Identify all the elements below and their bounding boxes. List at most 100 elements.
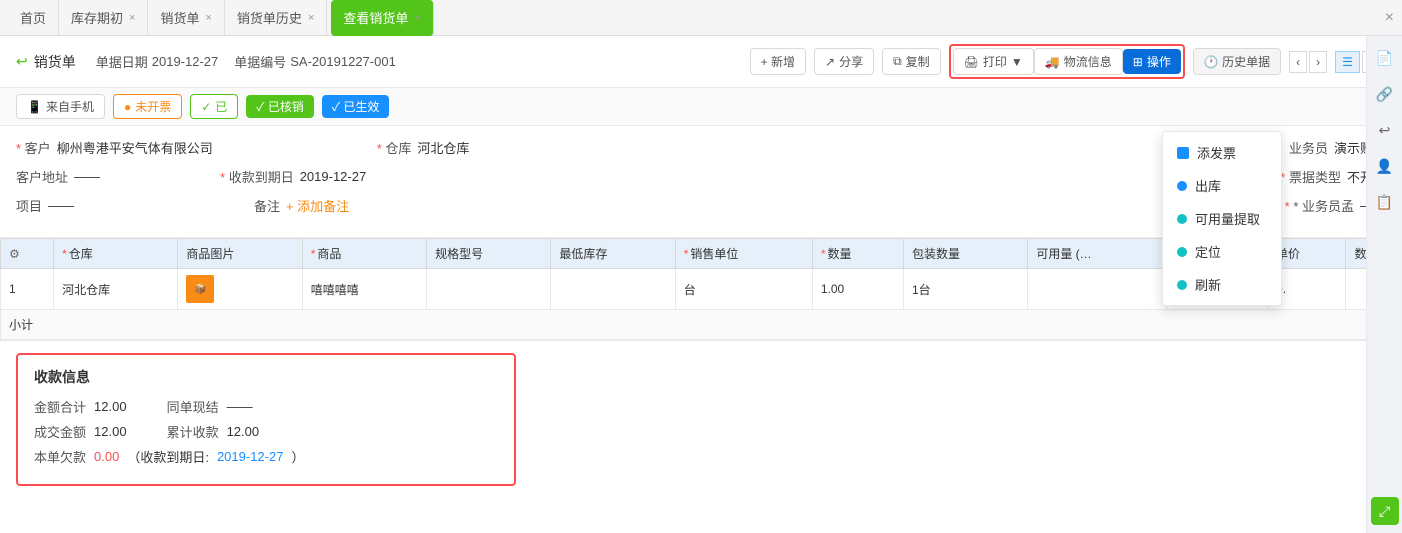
deal-amount-value: 12.00 — [94, 424, 127, 439]
available-qty-icon — [1177, 214, 1187, 224]
payment-row-2: 成交金额 12.00 累计收款 12.00 — [34, 422, 498, 441]
subtotal-row: 小计 — [1, 310, 1402, 340]
history-icon: 🕐 — [1204, 55, 1219, 69]
refresh-icon — [1177, 280, 1187, 290]
from-phone-button[interactable]: 📱 来自手机 — [16, 94, 105, 119]
doc-type-label: 销货单 — [34, 52, 76, 72]
total-amount-label: 金额合计 — [34, 397, 86, 416]
dropdown-available-qty[interactable]: 可用量提取 — [1163, 202, 1281, 235]
list-view-button[interactable]: ☰ — [1335, 51, 1360, 73]
cell-pack-qty: 1台 — [904, 269, 1028, 310]
tab-inventory-label: 库存期初 — [71, 8, 123, 27]
col-unit: *销售单位 — [675, 239, 812, 269]
sidebar-return-icon[interactable]: ↩ — [1371, 116, 1399, 144]
add-note-button[interactable]: 添加备注 — [286, 196, 349, 215]
history-button[interactable]: 🕐 历史单据 — [1193, 48, 1281, 75]
sidebar-user-icon[interactable]: 👤 — [1371, 152, 1399, 180]
payment-due-note: （收款到期日: — [127, 447, 209, 466]
tab-inventory-close[interactable]: × — [129, 12, 135, 24]
tab-view-sales-close[interactable]: × — [414, 12, 420, 24]
product-image: 📦 — [186, 275, 214, 303]
tab-sales-history-close[interactable]: × — [308, 12, 314, 24]
payment-date-value: 2019-12-27 — [300, 169, 367, 184]
address-label: 客户地址 — [16, 167, 68, 186]
cell-qty: 1.00 — [812, 269, 903, 310]
window-close-button[interactable]: × — [1385, 9, 1394, 27]
deal-amount-label: 成交金额 — [34, 422, 86, 441]
gear-icon: ⚙ — [9, 247, 20, 261]
dropdown-locate[interactable]: 定位 — [1163, 235, 1281, 268]
tab-sales-order[interactable]: 销货单 × — [148, 0, 224, 36]
payment-date-field: 收款到期日 2019-12-27 — [220, 167, 366, 186]
customer-label: 客户 — [16, 138, 51, 157]
staff-label: 业务员 — [1289, 138, 1328, 157]
customer-value: 柳州粤港平安气体有限公司 — [57, 138, 237, 157]
same-order-settle-field: 同单现结 —— — [167, 397, 253, 416]
operation-button[interactable]: ⊞ 操作 — [1123, 49, 1181, 74]
print-icon: 🖨 — [964, 55, 979, 69]
new-button[interactable]: + 新增 — [750, 48, 806, 75]
sidebar-expand-icon[interactable]: ⤢ — [1371, 497, 1399, 525]
subtotal-label: 小计 — [1, 310, 1402, 340]
share-icon: ↗ — [825, 55, 835, 69]
warehouse-field: 仓库 河北仓库 — [377, 138, 470, 157]
tab-home[interactable]: 首页 — [8, 0, 59, 36]
tab-bar: 首页 库存期初 × 销货单 × 销货单历史 × 查看销货单 × × — [0, 0, 1402, 36]
col-pack-qty: 包装数量 — [904, 239, 1028, 269]
share-button[interactable]: ↗ 分享 — [814, 48, 874, 75]
next-button[interactable]: › — [1309, 51, 1327, 73]
print-operation-highlight: 🖨 打印 ▼ 🚚 物流信息 ⊞ 操作 — [949, 44, 1185, 79]
logistics-icon: 🚚 — [1045, 55, 1060, 69]
payment-date-label: 收款到期日 — [220, 167, 294, 186]
doc-type-icon: ↩ — [16, 53, 28, 70]
tab-sales-history[interactable]: 销货单历史 × — [225, 0, 327, 36]
copy-icon: ⧉ — [893, 54, 902, 69]
total-amount-field: 金额合计 12.00 — [34, 397, 127, 416]
col-gear: ⚙ — [1, 239, 54, 269]
not-open-ticket-button[interactable]: ● 未开票 — [113, 94, 182, 119]
col-spec: 规格型号 — [427, 239, 551, 269]
print-button[interactable]: 🖨 打印 ▼ — [953, 48, 1034, 75]
dropdown-refresh[interactable]: 刷新 — [1163, 268, 1281, 301]
payment-info-box: 收款信息 金额合计 12.00 同单现结 —— 成交金额 12.00 累计收款 … — [16, 353, 516, 486]
prev-button[interactable]: ‹ — [1289, 51, 1307, 73]
add-invoice-icon — [1177, 147, 1189, 159]
payment-row-3: 本单欠款 0.00 （收款到期日: 2019-12-27 ） — [34, 447, 498, 466]
sidebar-clipboard-icon[interactable]: 📋 — [1371, 188, 1399, 216]
tab-sales-close[interactable]: × — [205, 12, 211, 24]
col-qty: *数量 — [812, 239, 903, 269]
check-button[interactable]: ✓ 已 — [190, 94, 238, 119]
dropdown-outbound[interactable]: 出库 — [1163, 169, 1281, 202]
operation-grid-icon: ⊞ — [1133, 55, 1143, 69]
phone-icon: 📱 — [27, 100, 42, 114]
ticket-type-label: 票据类型 — [1280, 167, 1341, 186]
locate-label: 定位 — [1195, 242, 1221, 261]
same-order-value: —— — [227, 399, 253, 414]
col-img: 商品图片 — [178, 239, 302, 269]
outbound-label: 出库 — [1195, 176, 1221, 195]
tab-view-sales[interactable]: 查看销货单 × — [331, 0, 433, 36]
already-effect-button[interactable]: ✓ 已生效 — [322, 95, 390, 118]
cell-min-stock — [551, 269, 675, 310]
note-field: 备注 添加备注 — [254, 196, 349, 215]
logistics-button[interactable]: 🚚 物流信息 — [1034, 48, 1123, 75]
copy-button[interactable]: ⧉ 复制 — [882, 48, 941, 75]
cell-product: 嘻嘻嘻嘻 — [302, 269, 426, 310]
dropdown-add-invoice[interactable]: 添发票 — [1163, 136, 1281, 169]
doc-number-label: 单据编号 SA-20191227-001 — [234, 52, 396, 71]
doc-header: ↩ 销货单 单据日期 2019-12-27 单据编号 SA-20191227-0… — [0, 36, 1402, 88]
sub-toolbar: 📱 来自手机 ● 未开票 ✓ 已 ✓ 已核销 ✓ 已生效 — [0, 88, 1402, 126]
main-content: ↩ 销货单 单据日期 2019-12-27 单据编号 SA-20191227-0… — [0, 36, 1402, 533]
order-receivable-field: 本单欠款 0.00 （收款到期日: 2019-12-27 ） — [34, 447, 304, 466]
tab-inventory-init[interactable]: 库存期初 × — [59, 0, 148, 36]
right-sidebar: 📄 🔗 ↩ 👤 📋 ⤢ — [1366, 36, 1402, 533]
sidebar-doc-icon[interactable]: 📄 — [1371, 44, 1399, 72]
staff2-label: * 业务员孟 — [1285, 196, 1354, 215]
cell-index: 1 — [1, 269, 54, 310]
payment-row-1: 金额合计 12.00 同单现结 —— — [34, 397, 498, 416]
sidebar-link-icon[interactable]: 🔗 — [1371, 80, 1399, 108]
col-min-stock: 最低库存 — [551, 239, 675, 269]
doc-actions: + 新增 ↗ 分享 ⧉ 复制 🖨 打印 ▼ 🚚 物流信息 — [750, 44, 1386, 79]
check-icon: ✓ — [201, 100, 211, 114]
already-canceled-button[interactable]: ✓ 已核销 — [246, 95, 314, 118]
